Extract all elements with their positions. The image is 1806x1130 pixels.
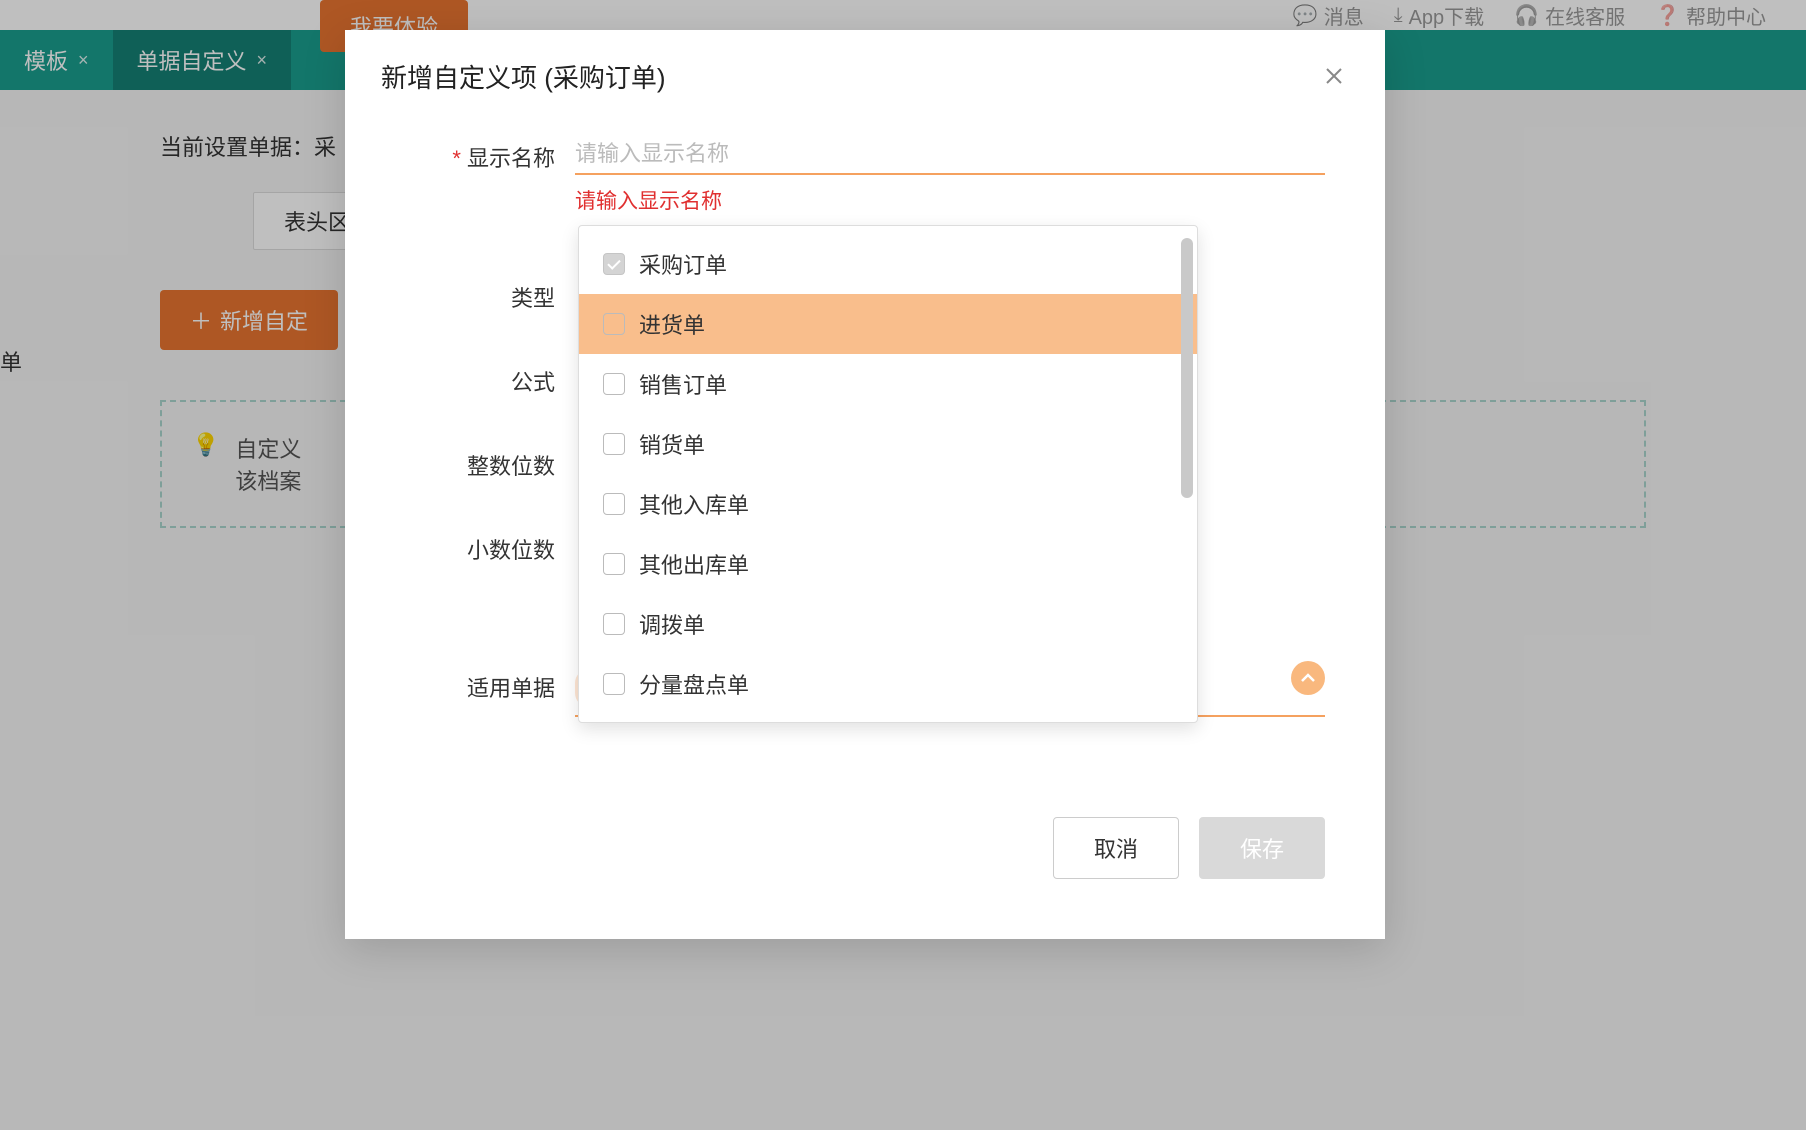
label-display-name: *显示名称 xyxy=(405,135,575,173)
checkbox-icon[interactable] xyxy=(603,433,625,455)
dropdown-list[interactable]: 采购订单进货单销售订单销货单其他入库单其他出库单调拨单分量盘点单 xyxy=(579,234,1197,714)
checkbox-icon[interactable] xyxy=(603,313,625,335)
checkbox-icon[interactable] xyxy=(603,613,625,635)
scrollbar-thumb[interactable] xyxy=(1181,238,1193,498)
checkbox-icon[interactable] xyxy=(603,253,625,275)
checkbox-icon[interactable] xyxy=(603,673,625,695)
option-item[interactable]: 其他出库单 xyxy=(579,534,1197,594)
label-type: 类型 xyxy=(405,275,575,313)
option-label: 采购订单 xyxy=(639,248,727,280)
option-item[interactable]: 销货单 xyxy=(579,414,1197,474)
option-label: 进货单 xyxy=(639,308,705,340)
option-item[interactable]: 调拨单 xyxy=(579,594,1197,654)
display-name-input[interactable] xyxy=(575,135,1325,175)
option-label: 销售订单 xyxy=(639,368,727,400)
option-item[interactable]: 进货单 xyxy=(579,294,1197,354)
option-item[interactable]: 其他入库单 xyxy=(579,474,1197,534)
label-dec-digits: 小数位数 xyxy=(405,527,575,565)
option-label: 调拨单 xyxy=(639,608,705,640)
label-applicable: 适用单据 xyxy=(405,665,575,703)
option-item[interactable]: 分量盘点单 xyxy=(579,654,1197,714)
required-star-icon: * xyxy=(452,146,461,171)
close-icon[interactable] xyxy=(1319,61,1349,93)
chevron-up-icon[interactable] xyxy=(1291,661,1325,695)
label-int-digits: 整数位数 xyxy=(405,443,575,481)
applicable-docs-dropdown: 采购订单进货单销售订单销货单其他入库单其他出库单调拨单分量盘点单 xyxy=(578,225,1198,723)
cancel-button[interactable]: 取消 xyxy=(1053,817,1179,879)
option-label: 分量盘点单 xyxy=(639,668,749,700)
option-item[interactable]: 采购订单 xyxy=(579,234,1197,294)
option-label: 其他出库单 xyxy=(639,548,749,580)
row-display-name: *显示名称 请输入显示名称 xyxy=(405,135,1325,215)
option-item[interactable]: 销售订单 xyxy=(579,354,1197,414)
display-name-error: 请输入显示名称 xyxy=(575,185,1325,215)
modal-title: 新增自定义项 (采购订单) xyxy=(381,58,666,95)
modal-footer: 取消 保存 xyxy=(345,817,1385,879)
option-label: 销货单 xyxy=(639,428,705,460)
checkbox-icon[interactable] xyxy=(603,553,625,575)
modal-header: 新增自定义项 (采购订单) xyxy=(345,30,1385,115)
option-label: 其他入库单 xyxy=(639,488,749,520)
save-button[interactable]: 保存 xyxy=(1199,817,1325,879)
checkbox-icon[interactable] xyxy=(603,373,625,395)
label-formula: 公式 xyxy=(405,359,575,397)
checkbox-icon[interactable] xyxy=(603,493,625,515)
